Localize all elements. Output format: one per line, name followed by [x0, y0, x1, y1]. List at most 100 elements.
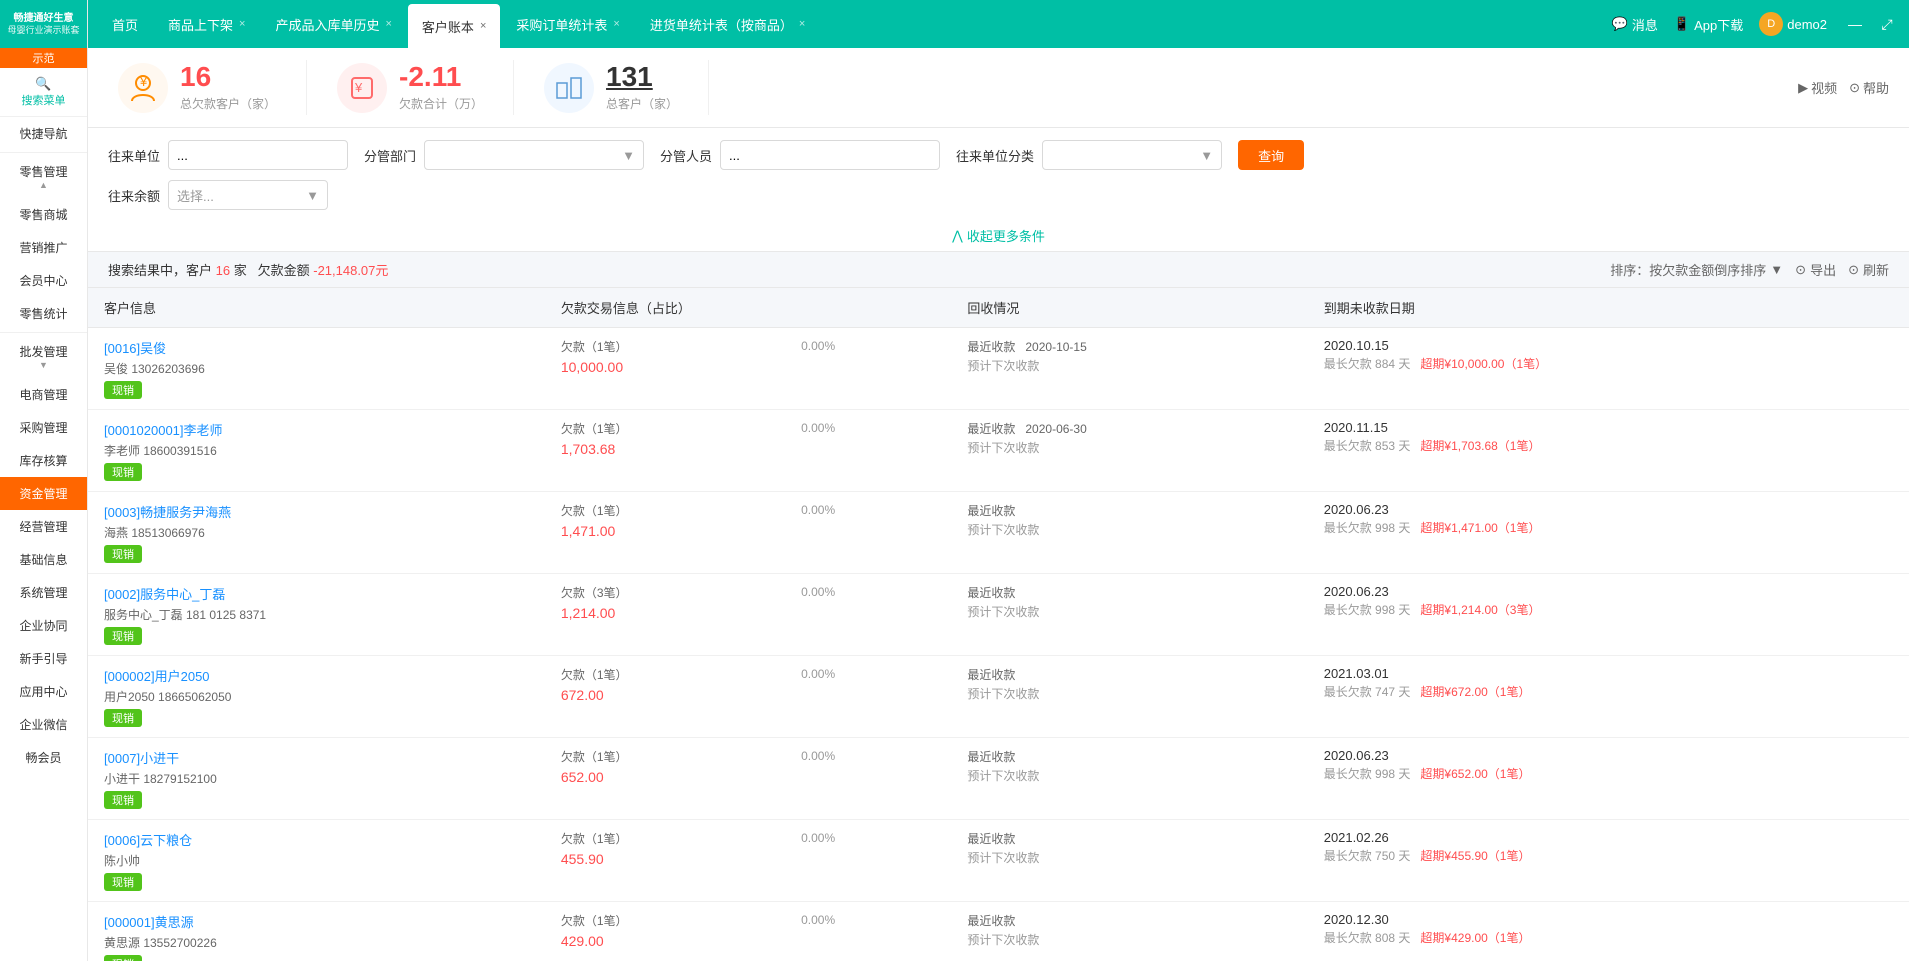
tab-purchase-stats-close[interactable]: × — [799, 18, 805, 30]
sidebar-item-basic[interactable]: 基础信息 — [0, 543, 87, 576]
debt-ratio-val-0: 0.00% — [801, 339, 835, 353]
tab-product-shelf-close[interactable]: × — [239, 18, 245, 30]
app-center-label: 应用中心 — [19, 683, 67, 700]
minimize-button[interactable]: — — [1843, 12, 1867, 36]
tab-home[interactable]: 首页 — [98, 0, 152, 48]
cell-overdue-2: 2020.06.23 最长欠款 998 天 超期¥1,471.00（1笔） — [1308, 492, 1909, 574]
overdue-link-7[interactable]: 超期¥429.00（1笔） — [1420, 931, 1530, 945]
sidebar-item-finance[interactable]: 资金管理 — [0, 477, 87, 510]
stat-total-customers-content: 131 总客户（家） — [606, 63, 678, 112]
export-icon: ⊙ — [1795, 262, 1806, 278]
sidebar-item-vip[interactable]: 畅会员 — [0, 741, 87, 774]
sidebar-item-inventory[interactable]: 库存核算 — [0, 444, 87, 477]
dept-select[interactable]: ▼ — [424, 140, 644, 170]
overdue-link-5[interactable]: 超期¥652.00（1笔） — [1420, 767, 1530, 781]
overdue-link-6[interactable]: 超期¥455.90（1笔） — [1420, 849, 1530, 863]
sidebar-item-quick-nav[interactable]: 快捷导航 — [0, 117, 87, 150]
sidebar-item-retail-mall[interactable]: 零售商城 — [0, 198, 87, 231]
cell-customer-4: [000002]用户2050 用户2050 18665062050 现销 — [88, 656, 545, 738]
export-button[interactable]: ⊙ 导出 — [1795, 260, 1836, 279]
customer-name-link-0[interactable]: [0016]吴俊 — [104, 341, 166, 356]
maximize-button[interactable]: ⤢ — [1875, 12, 1899, 36]
unit-category-select[interactable]: ▼ — [1042, 140, 1222, 170]
cell-debt-4: 欠款（1笔） 672.00 — [545, 656, 777, 738]
customer-name-link-7[interactable]: [000001]黄思源 — [104, 915, 194, 930]
manager-input[interactable]: ... — [720, 140, 940, 170]
tab-product-history[interactable]: 产成品入库单历史 × — [261, 0, 405, 48]
app-download-button[interactable]: 📱 App下载 — [1674, 15, 1743, 34]
overdue-link-4[interactable]: 超期¥672.00（1笔） — [1420, 685, 1530, 699]
retail-stats-label: 零售统计 — [19, 305, 67, 322]
tab-customer-account[interactable]: 客户账本 × — [408, 4, 500, 48]
sidebar-item-beginner[interactable]: 新手引导 — [0, 642, 87, 675]
cell-debt-7: 欠款（1笔） 429.00 — [545, 902, 777, 961]
overdue-link-1[interactable]: 超期¥1,703.68（1笔） — [1420, 439, 1540, 453]
purchase-label: 采购管理 — [19, 419, 67, 436]
overdue-link-2[interactable]: 超期¥1,471.00（1笔） — [1420, 521, 1540, 535]
sidebar-item-marketing[interactable]: 营销推广 — [0, 231, 87, 264]
collapse-bar[interactable]: ⋀ 收起更多条件 — [108, 220, 1889, 251]
customer-name-link-2[interactable]: [0003]畅捷服务尹海燕 — [104, 505, 231, 520]
overdue-date-val-5: 2020.06.23 — [1324, 748, 1893, 763]
tab-customer-account-close[interactable]: × — [480, 20, 486, 32]
unit-category-label: 往来单位分类 — [956, 146, 1034, 165]
chevron-down-icon: ▲ — [39, 180, 48, 190]
overdue-link-3[interactable]: 超期¥1,214.00（3笔） — [1420, 603, 1540, 617]
from-unit-input[interactable]: ... — [168, 140, 348, 170]
cell-debt-1: 欠款（1笔） 1,703.68 — [545, 410, 777, 492]
customer-tag-2: 现销 — [104, 545, 142, 563]
stat-debt-amount-value: -2.11 — [399, 63, 483, 91]
sidebar-item-member[interactable]: 会员中心 — [0, 264, 87, 297]
mobile-icon: 📱 — [1674, 16, 1690, 32]
cell-overdue-6: 2021.02.26 最长欠款 750 天 超期¥455.90（1笔） — [1308, 820, 1909, 902]
sidebar-item-enterprise-wechat[interactable]: 企业微信 — [0, 708, 87, 741]
sidebar-item-retail-mgmt[interactable]: 零售管理 ▲ — [0, 155, 87, 198]
sidebar-item-retail-stats[interactable]: 零售统计 — [0, 297, 87, 330]
video-label: 视频 — [1811, 78, 1837, 97]
sidebar-item-app-center[interactable]: 应用中心 — [0, 675, 87, 708]
tab-product-shelf[interactable]: 商品上下架 × — [154, 0, 259, 48]
video-button[interactable]: ▶ 视频 — [1798, 78, 1837, 97]
customer-name-link-5[interactable]: [0007]小进干 — [104, 751, 179, 766]
sidebar-item-sys[interactable]: 系统管理 — [0, 576, 87, 609]
search-button[interactable]: 查询 — [1238, 140, 1304, 170]
customer-name-link-1[interactable]: [0001020001]李老师 — [104, 423, 223, 438]
tab-purchase-order[interactable]: 采购订单统计表 × — [502, 0, 633, 48]
customer-name-link-6[interactable]: [0006]云下粮仓 — [104, 833, 192, 848]
cell-debt-ratio-7: 0.00% — [777, 902, 951, 961]
stat-debt-amount-label: 欠款合计（万） — [399, 95, 483, 112]
search-menu[interactable]: 🔍 搜索菜单 — [0, 68, 87, 117]
debt-count-7: 欠款（1笔） — [561, 912, 761, 929]
cell-debt-ratio-0: 0.00% — [777, 328, 951, 410]
user-menu[interactable]: D demo2 — [1759, 12, 1827, 36]
balance-select[interactable]: 选择... ▼ — [168, 180, 328, 210]
overdue-link-0[interactable]: 超期¥10,000.00（1笔） — [1420, 357, 1547, 371]
sort-select[interactable]: 排序：按欠款金额倒序排序 ▼ — [1610, 260, 1783, 279]
debt-ratio-val-2: 0.00% — [801, 503, 835, 517]
tab-purchase-stats-label: 进货单统计表（按商品） — [650, 15, 793, 34]
help-button[interactable]: ⊙ 帮助 — [1849, 78, 1889, 97]
sidebar-item-enterprise[interactable]: 企业协同 — [0, 609, 87, 642]
tab-purchase-stats[interactable]: 进货单统计表（按商品） × — [636, 0, 819, 48]
debt-ratio-val-4: 0.00% — [801, 667, 835, 681]
message-button[interactable]: 💬 消息 — [1612, 15, 1658, 34]
stats-bar: ¥ 16 总欠款客户（家） ¥ -2.11 欠款合计（万） 131 总客户（家） — [88, 48, 1909, 128]
collection-next-7: 预计下次收款 — [967, 931, 1291, 948]
customer-name-link-4[interactable]: [000002]用户2050 — [104, 669, 210, 684]
sidebar-item-ops[interactable]: 经营管理 — [0, 510, 87, 543]
filter-unit-category: 往来单位分类 ▼ — [956, 140, 1222, 170]
sidebar-item-purchase[interactable]: 采购管理 — [0, 411, 87, 444]
stat-debt-customers-value: 16 — [180, 63, 276, 91]
from-unit-label: 往来单位 — [108, 146, 160, 165]
debt-count-1: 欠款（1笔） — [561, 420, 761, 437]
refresh-button[interactable]: ⊙ 刷新 — [1848, 260, 1889, 279]
cell-debt-0: 欠款（1笔） 10,000.00 — [545, 328, 777, 410]
sidebar-item-batch-mgmt[interactable]: 批发管理 ▼ — [0, 335, 87, 378]
debt-amount-val-5: 652.00 — [561, 769, 604, 785]
tab-purchase-order-close[interactable]: × — [613, 18, 619, 30]
debt-amount-row-0: 10,000.00 — [561, 359, 761, 375]
customer-name-link-3[interactable]: [0002]服务中心_丁磊 — [104, 587, 225, 602]
tab-product-history-close[interactable]: × — [385, 18, 391, 30]
sidebar-item-ecom[interactable]: 电商管理 — [0, 378, 87, 411]
refresh-label: 刷新 — [1863, 260, 1889, 279]
